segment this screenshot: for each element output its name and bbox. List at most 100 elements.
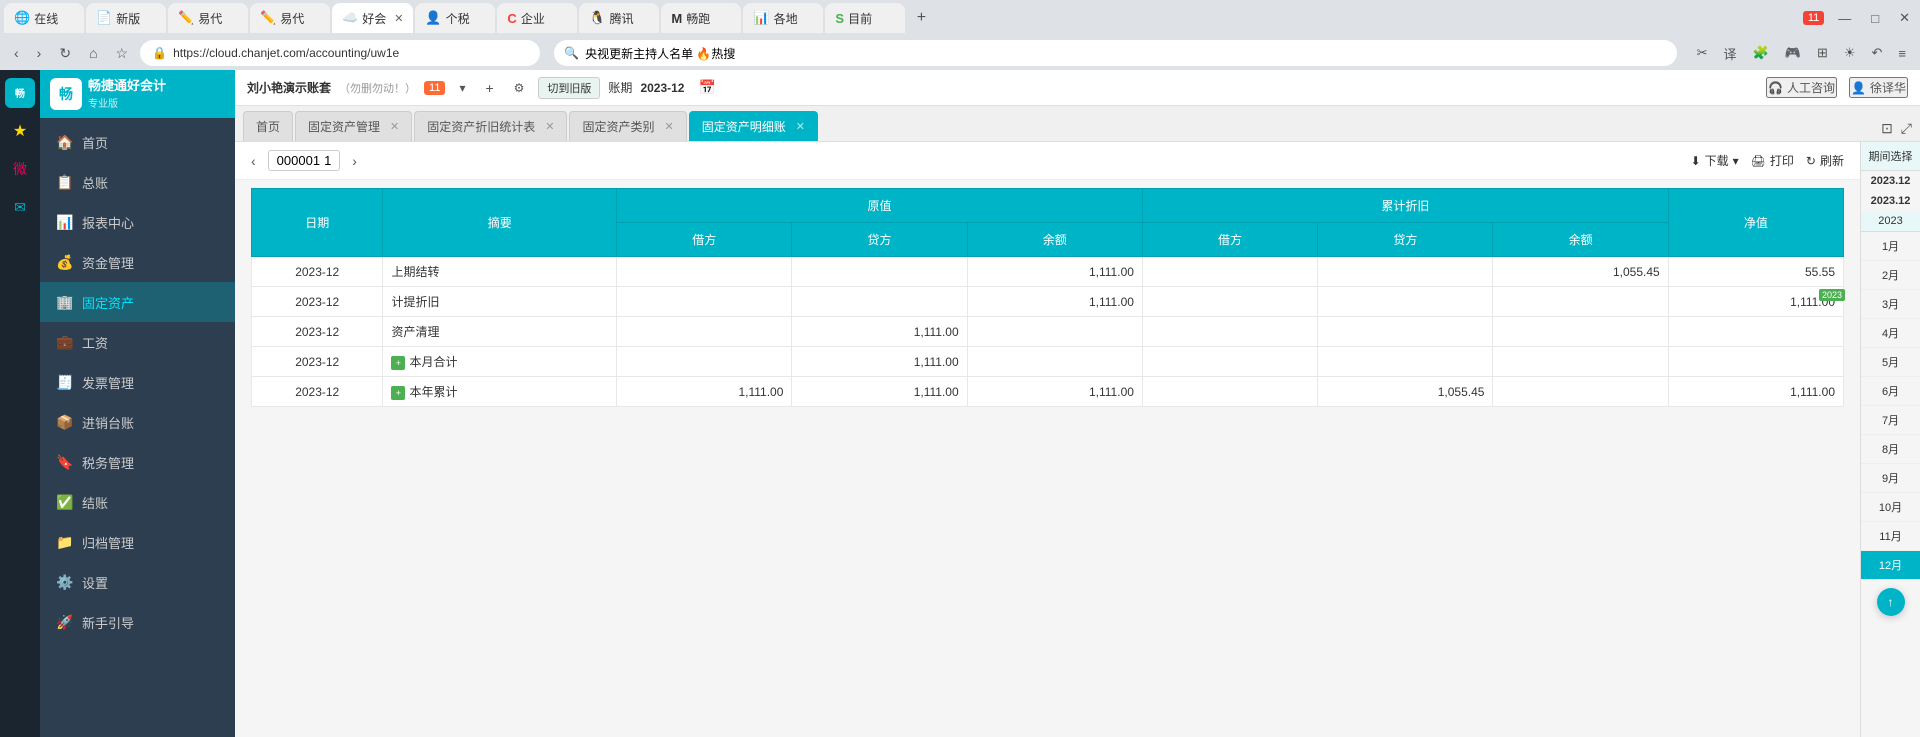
add-account-button[interactable]: +: [479, 78, 499, 98]
user-profile-button[interactable]: 👤 徐译华: [1849, 77, 1908, 98]
sidebar-item-settings[interactable]: ⚙️ 设置: [40, 562, 235, 602]
sidebar-item-tax[interactable]: 🔖 税务管理: [40, 442, 235, 482]
sidebar-item-ledger[interactable]: 📋 总账: [40, 162, 235, 202]
address-field[interactable]: 🔒 https://cloud.chanjet.com/accounting/u…: [140, 40, 540, 66]
sidebar-item-funds[interactable]: 💰 资金管理: [40, 242, 235, 282]
download-button[interactable]: ⬇ 下载 ▾: [1691, 152, 1739, 169]
extension-button[interactable]: 🧩: [1747, 43, 1775, 63]
browser-tab-enterprise[interactable]: C 企业: [497, 3, 577, 33]
restore-window-button[interactable]: ⊡: [1881, 120, 1893, 137]
star-icon-btn[interactable]: ★: [5, 116, 35, 146]
period-month-6[interactable]: 6月: [1861, 377, 1920, 406]
new-tab-button[interactable]: +: [907, 4, 935, 32]
history-button[interactable]: ↶: [1866, 43, 1889, 63]
brightness-button[interactable]: ☀: [1838, 43, 1862, 63]
tab-close-asset-mgmt[interactable]: ✕: [390, 120, 399, 133]
calendar-button[interactable]: 📅: [692, 77, 721, 98]
browser-tab-gedi[interactable]: 📊 各地: [743, 3, 823, 33]
period-month-10[interactable]: 10月: [1861, 493, 1920, 522]
cell-orig-balance: [967, 317, 1142, 347]
period-month-12[interactable]: 12月: [1861, 551, 1920, 580]
layout-button[interactable]: ⊞: [1811, 43, 1834, 63]
menu-button[interactable]: ≡: [1892, 44, 1912, 63]
sidebar-item-fixed-assets[interactable]: 🏢 固定资产: [40, 282, 235, 322]
refresh-button[interactable]: ↻ 刷新: [1806, 152, 1844, 169]
search-bar[interactable]: 🔍 央视更新主持人名单 🔥热搜: [554, 40, 1677, 66]
period-month-8[interactable]: 8月: [1861, 435, 1920, 464]
print-button[interactable]: 🖨 打印: [1751, 152, 1794, 169]
forward-button[interactable]: ›: [31, 43, 48, 63]
browser-tab-tencent[interactable]: 🐧 腾讯: [579, 3, 659, 33]
tab-close-asset-category[interactable]: ✕: [665, 120, 674, 133]
account-number: 000001: [277, 153, 320, 168]
invoice-icon: 🧾: [56, 374, 72, 391]
back-button[interactable]: ‹: [8, 43, 25, 63]
tab-close-asset-detail[interactable]: ✕: [796, 120, 805, 133]
close-button[interactable]: ✕: [1893, 8, 1916, 28]
period-month-2[interactable]: 2月: [1861, 261, 1920, 290]
next-page-button[interactable]: ›: [352, 153, 357, 169]
period-month-1[interactable]: 1月: [1861, 232, 1920, 261]
cut-button[interactable]: ✂: [1691, 43, 1714, 63]
browser-tab-haohui[interactable]: ☁️ 好会 ✕: [332, 3, 413, 33]
tab-close-depreciation-stat[interactable]: ✕: [545, 120, 554, 133]
period-month-9[interactable]: 9月: [1861, 464, 1920, 493]
scroll-to-top-button[interactable]: ↑: [1877, 588, 1905, 616]
browser-tab-online[interactable]: 🌐 在线: [4, 3, 84, 33]
page-tab-asset-mgmt[interactable]: 固定资产管理 ✕: [295, 111, 412, 141]
cell-date: 2023-12: [252, 257, 383, 287]
sidebar-item-salary[interactable]: 💼 工资: [40, 322, 235, 362]
sidebar-item-trade[interactable]: 📦 进销台账: [40, 402, 235, 442]
browser-tab-muqian[interactable]: S 目前: [825, 3, 905, 33]
col-header-date: 日期: [252, 189, 383, 257]
prev-page-button[interactable]: ‹: [251, 153, 256, 169]
funds-icon: 💰: [56, 254, 72, 271]
browser-tab-chang[interactable]: M 畅跑: [661, 3, 741, 33]
period-month-11[interactable]: 11月: [1861, 522, 1920, 551]
weibo-icon-btn[interactable]: 微: [5, 154, 35, 184]
mail-icon-btn[interactable]: ✉: [5, 192, 35, 222]
asset-detail-table: 日期 摘要 原值 累计折旧 净值 借方 贷方 余额 借方: [251, 188, 1844, 407]
cell-net-value: 55.55: [1668, 257, 1843, 287]
browser-tab-yidai2[interactable]: ✏️ 易代: [250, 3, 330, 33]
home-button[interactable]: ⌂: [83, 43, 103, 63]
sidebar-label-invoice: 发票管理: [82, 373, 134, 392]
page-tab-asset-category[interactable]: 固定资产类别 ✕: [569, 111, 686, 141]
col-header-summary: 摘要: [383, 189, 617, 257]
account-selector[interactable]: ▾: [453, 79, 471, 97]
sidebar-item-close[interactable]: ✅ 结账: [40, 482, 235, 522]
period-month-3[interactable]: 3月: [1861, 290, 1920, 319]
minimize-button[interactable]: —: [1832, 9, 1857, 28]
app-icon-active[interactable]: 畅: [5, 78, 35, 108]
switch-version-button[interactable]: 切到旧版: [538, 77, 600, 99]
cell-accum-balance: [1493, 377, 1668, 407]
fullscreen-button[interactable]: ⤢: [1901, 120, 1912, 137]
maximize-button[interactable]: □: [1865, 9, 1885, 28]
period-month-4[interactable]: 4月: [1861, 319, 1920, 348]
year-badge: 2023: [1819, 289, 1845, 301]
sidebar-item-archive[interactable]: 📁 归档管理: [40, 522, 235, 562]
page-tab-asset-detail[interactable]: 固定资产明细账 ✕: [689, 111, 818, 141]
page-tab-depreciation-stat[interactable]: 固定资产折旧统计表 ✕: [414, 111, 567, 141]
sidebar-item-guide[interactable]: 🚀 新手引导: [40, 602, 235, 642]
period-month-7[interactable]: 7月: [1861, 406, 1920, 435]
tab-close-icon[interactable]: ✕: [394, 12, 403, 25]
games-button[interactable]: 🎮: [1779, 43, 1807, 63]
browser-tab-tax[interactable]: 👤 个税: [415, 3, 495, 33]
settings-small-button[interactable]: ⚙: [508, 79, 531, 97]
sidebar-item-reports[interactable]: 📊 报表中心: [40, 202, 235, 242]
refresh-icon: ↻: [1806, 154, 1816, 168]
page-tab-home[interactable]: 首页: [243, 111, 293, 141]
translate-button[interactable]: 译: [1718, 42, 1743, 65]
bookmark-button[interactable]: ☆: [110, 43, 135, 64]
fixed-assets-icon: 🏢: [56, 294, 72, 311]
sidebar-item-invoice[interactable]: 🧾 发票管理: [40, 362, 235, 402]
reload-button[interactable]: ↻: [53, 43, 77, 64]
browser-tab-new[interactable]: 📄 新版: [86, 3, 166, 33]
help-button[interactable]: 🎧 人工咨询: [1766, 77, 1837, 98]
home-icon: 🏠: [56, 134, 72, 151]
period-month-5[interactable]: 5月: [1861, 348, 1920, 377]
sidebar-label-settings: 设置: [82, 573, 108, 592]
browser-tab-yidai1[interactable]: ✏️ 易代: [168, 3, 248, 33]
sidebar-item-home[interactable]: 🏠 首页: [40, 122, 235, 162]
